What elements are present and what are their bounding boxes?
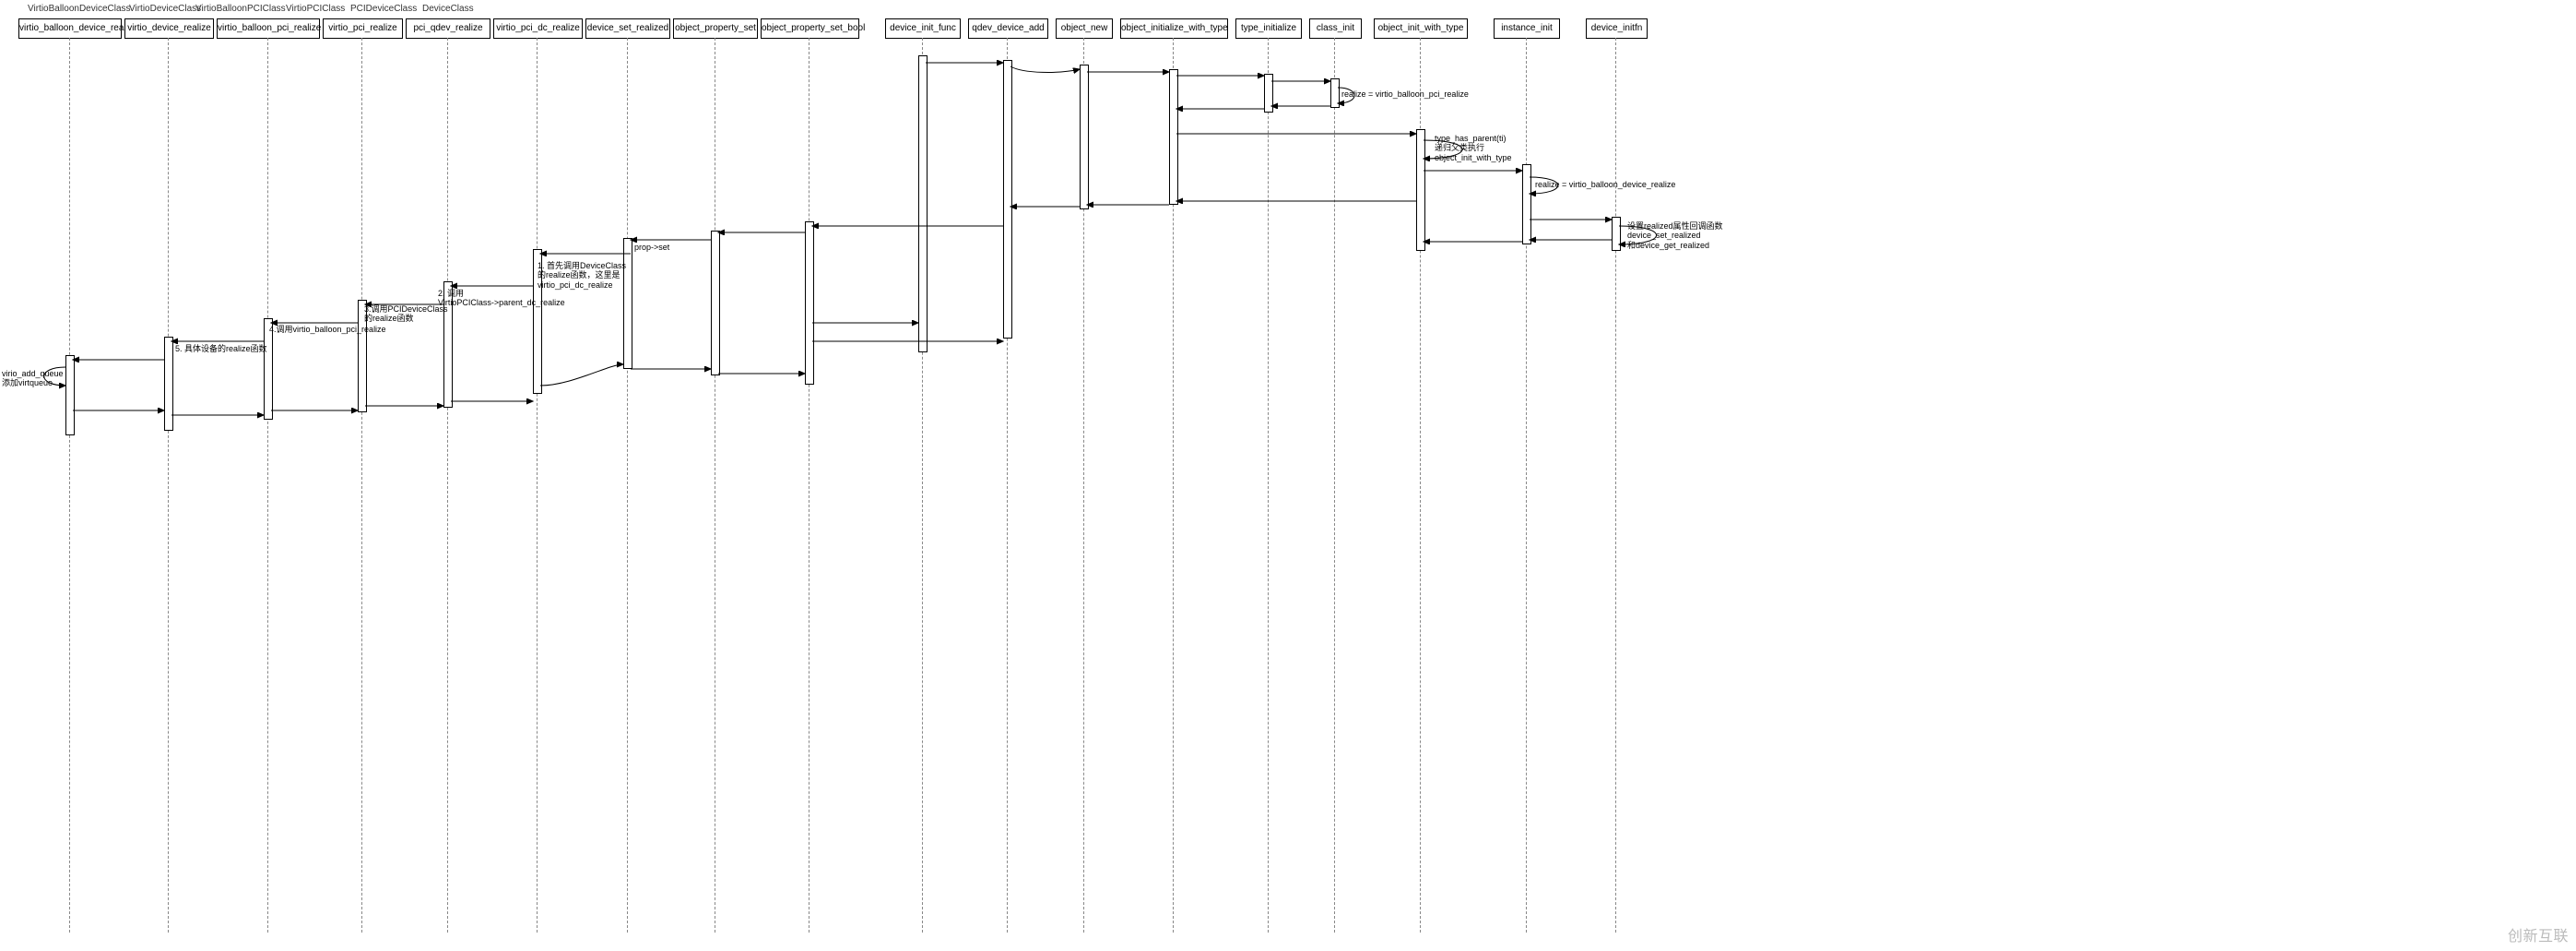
- class-header: VirtioBalloonDeviceClass: [28, 4, 131, 14]
- lifeline: [69, 38, 70, 933]
- participant-box: object_property_set_bool: [761, 18, 859, 39]
- arrows-svg: [0, 0, 2576, 951]
- message-label: realize = virtio_balloon_device_realize: [1535, 180, 1675, 189]
- message-label: prop->set: [634, 243, 669, 252]
- activation: [164, 337, 173, 431]
- participant-box: virtio_balloon_pci_realize: [217, 18, 320, 39]
- activation: [1612, 217, 1621, 251]
- activation: [1169, 69, 1178, 205]
- participant-box: object_property_set: [673, 18, 758, 39]
- lifeline: [1268, 38, 1269, 933]
- participant-box: virtio_pci_realize: [323, 18, 403, 39]
- message-label: 设置realized属性回调函数 device_set_realized 和de…: [1627, 221, 1723, 250]
- message-label: 4.调用virtio_balloon_pci_realize: [269, 325, 386, 334]
- message-label: type_has_parent(ti) 递归父类执行 object_init_w…: [1435, 134, 1512, 162]
- activation: [1416, 129, 1425, 251]
- lifeline: [1334, 38, 1335, 933]
- message-label: 1. 首先调用DeviceClass 的realize函数，这里是 virtio…: [538, 261, 626, 290]
- class-header: VirtioDeviceClass: [129, 4, 201, 14]
- participant-box: device_init_func: [885, 18, 961, 39]
- participant-box: object_init_with_type: [1374, 18, 1468, 39]
- lifeline: [537, 38, 538, 933]
- participant-box: device_set_realized: [585, 18, 670, 39]
- class-header: PCIDeviceClass: [350, 4, 417, 14]
- message-label: 5. 具体设备的realize函数: [175, 344, 267, 353]
- participant-box: object_new: [1056, 18, 1113, 39]
- activation: [1080, 65, 1089, 209]
- activation: [623, 238, 632, 369]
- class-header: DeviceClass: [422, 4, 474, 14]
- watermark: 创新互联: [2508, 923, 2569, 945]
- message-label: virio_add_queue 添加virtqueue: [2, 369, 64, 388]
- activation: [1264, 74, 1273, 113]
- activation: [65, 355, 75, 435]
- message-label: 2. 调用 VirtioPCIClass->parent_dc_realize: [438, 289, 565, 308]
- lifeline: [627, 38, 628, 933]
- participant-box: type_initialize: [1235, 18, 1302, 39]
- participant-box: pci_qdev_realize: [406, 18, 490, 39]
- lifeline: [361, 38, 362, 933]
- class-header: VirtioPCIClass: [286, 4, 345, 14]
- participant-box: instance_init: [1494, 18, 1560, 39]
- message-label: 3.调用PCIDeviceClass 的realize函数: [364, 304, 448, 324]
- class-header: VirtioBalloonPCIClass: [195, 4, 286, 14]
- lifeline: [267, 38, 268, 933]
- participant-box: class_init: [1309, 18, 1362, 39]
- lifeline: [1615, 38, 1616, 933]
- participant-box: qdev_device_add: [968, 18, 1048, 39]
- activation: [1522, 164, 1531, 244]
- activation: [805, 221, 814, 385]
- participant-box: device_initfn: [1586, 18, 1648, 39]
- participant-box: object_initialize_with_type: [1120, 18, 1228, 39]
- activation: [918, 55, 928, 352]
- participant-box: virtio_device_realize: [124, 18, 214, 39]
- activation: [711, 231, 720, 375]
- activation: [1330, 78, 1340, 108]
- lifeline: [168, 38, 169, 933]
- message-label: realize = virtio_balloon_pci_realize: [1341, 89, 1469, 99]
- participant-box: virtio_pci_dc_realize: [493, 18, 583, 39]
- lifeline: [447, 38, 448, 933]
- participant-box: virtio_balloon_device_realize: [18, 18, 122, 39]
- activation: [1003, 60, 1012, 339]
